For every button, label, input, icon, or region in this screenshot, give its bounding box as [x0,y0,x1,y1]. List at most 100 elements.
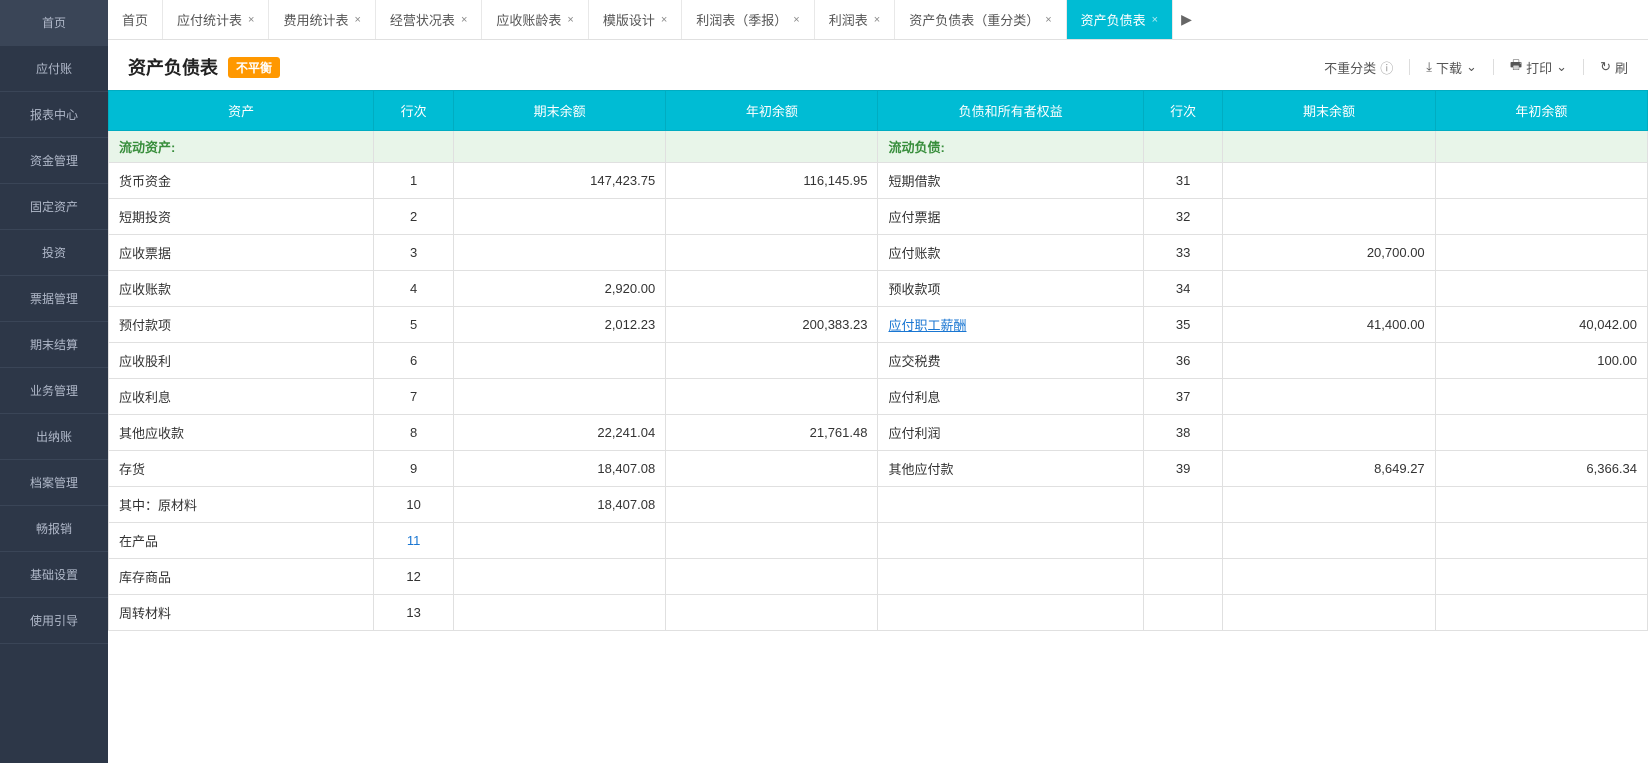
asset-begin-8[interactable]: 21,761.48 [666,415,878,451]
liability-end-2[interactable] [1223,199,1435,235]
asset-name-13[interactable]: 周转材料 [109,595,374,631]
liability-end-5[interactable]: 41,400.00 [1223,307,1435,343]
asset-end-1[interactable]: 147,423.75 [453,163,665,199]
sidebar-item-fund-management[interactable]: 资金管理 [0,138,108,184]
asset-name-12[interactable]: 库存商品 [109,559,374,595]
liability-begin-3[interactable] [1435,235,1647,271]
liability-name-5[interactable]: 应付职工薪酬 [878,307,1143,343]
sidebar-item-archive[interactable]: 档案管理 [0,460,108,506]
liability-begin-9[interactable]: 6,366.34 [1435,451,1647,487]
asset-name-5[interactable]: 预付款项 [109,307,374,343]
liability-begin-1[interactable] [1435,163,1647,199]
sidebar-item-expense[interactable]: 畅报销 [0,506,108,552]
tab-receivable-aging[interactable]: 应收账龄表 × [482,0,588,39]
asset-begin-4[interactable] [666,271,878,307]
asset-begin-7[interactable] [666,379,878,415]
asset-end-7[interactable] [453,379,665,415]
tab-balance-reclassified-close[interactable]: × [1045,14,1051,26]
asset-begin-2[interactable] [666,199,878,235]
liability-name-3[interactable]: 应付账款 [878,235,1143,271]
asset-end-5[interactable]: 2,012.23 [453,307,665,343]
asset-end-6[interactable] [453,343,665,379]
sidebar-item-cashier[interactable]: 出纳账 [0,414,108,460]
asset-name-4[interactable]: 应收账款 [109,271,374,307]
liability-end-7[interactable] [1223,379,1435,415]
asset-name-1[interactable]: 货币资金 [109,163,374,199]
tab-home[interactable]: 首页 [108,0,163,39]
asset-name-2[interactable]: 短期投资 [109,199,374,235]
asset-end-10[interactable]: 18,407.08 [453,487,665,523]
tab-receivable-aging-close[interactable]: × [567,14,573,26]
asset-begin-10[interactable] [666,487,878,523]
print-button[interactable]: 🖶 打印 ⌄ [1510,56,1567,78]
liability-begin-8[interactable] [1435,415,1647,451]
liability-end-8[interactable] [1223,415,1435,451]
sidebar-item-basic-settings[interactable]: 基础设置 [0,552,108,598]
no-reclassify-button[interactable]: 不重分类 ⓘ [1324,58,1393,77]
asset-name-9[interactable]: 存货 [109,451,374,487]
asset-name-3[interactable]: 应收票据 [109,235,374,271]
asset-begin-11[interactable] [666,523,878,559]
liability-name-4[interactable]: 预收款项 [878,271,1143,307]
tab-profit-quarterly[interactable]: 利润表（季报） × [682,0,814,39]
asset-begin-3[interactable] [666,235,878,271]
tab-expense-stats-close[interactable]: × [354,14,360,26]
asset-end-8[interactable]: 22,241.04 [453,415,665,451]
download-button[interactable]: ⤓ 下载 ⌄ [1426,58,1477,77]
asset-name-8[interactable]: 其他应收款 [109,415,374,451]
sidebar-item-business[interactable]: 业务管理 [0,368,108,414]
asset-end-11[interactable] [453,523,665,559]
tab-scroll-right[interactable]: ▶ [1173,0,1200,39]
tab-operation-status[interactable]: 经营状况表 × [376,0,482,39]
asset-begin-1[interactable]: 116,145.95 [666,163,878,199]
sidebar-item-report-center[interactable]: 报表中心 [0,92,108,138]
asset-begin-9[interactable] [666,451,878,487]
sidebar-item-investment[interactable]: 投资 [0,230,108,276]
tab-balance-close[interactable]: × [1152,14,1158,26]
liability-end-1[interactable] [1223,163,1435,199]
tab-operation-status-close[interactable]: × [461,14,467,26]
asset-end-9[interactable]: 18,407.08 [453,451,665,487]
tab-profit-close[interactable]: × [874,14,880,26]
liability-end-3[interactable]: 20,700.00 [1223,235,1435,271]
liability-begin-5[interactable]: 40,042.00 [1435,307,1647,343]
liability-name-9[interactable]: 其他应付款 [878,451,1143,487]
liability-name-7[interactable]: 应付利息 [878,379,1143,415]
asset-name-10[interactable]: 其中：原材料 [109,487,374,523]
liability-end-9[interactable]: 8,649.27 [1223,451,1435,487]
tab-payable-stats-close[interactable]: × [248,14,254,26]
asset-name-11[interactable]: 在产品 [109,523,374,559]
asset-begin-13[interactable] [666,595,878,631]
asset-begin-5[interactable]: 200,383.23 [666,307,878,343]
asset-end-13[interactable] [453,595,665,631]
asset-end-4[interactable]: 2,920.00 [453,271,665,307]
tab-expense-stats[interactable]: 费用统计表 × [269,0,375,39]
asset-begin-6[interactable] [666,343,878,379]
sidebar-item-period-close[interactable]: 期末结算 [0,322,108,368]
asset-begin-12[interactable] [666,559,878,595]
liability-name-2[interactable]: 应付票据 [878,199,1143,235]
tab-profit[interactable]: 利润表 × [815,0,895,39]
tab-balance-reclassified[interactable]: 资产负债表（重分类） × [895,0,1066,39]
tab-template-design-close[interactable]: × [661,14,667,26]
liability-begin-2[interactable] [1435,199,1647,235]
sidebar-item-fixed-assets[interactable]: 固定资产 [0,184,108,230]
liability-end-6[interactable] [1223,343,1435,379]
asset-name-7[interactable]: 应收利息 [109,379,374,415]
liability-name-6[interactable]: 应交税费 [878,343,1143,379]
sidebar-item-payable[interactable]: 应付账 [0,46,108,92]
tab-payable-stats[interactable]: 应付统计表 × [163,0,269,39]
asset-end-12[interactable] [453,559,665,595]
refresh-button[interactable]: ↻ 刷 [1600,58,1628,77]
liability-begin-7[interactable] [1435,379,1647,415]
asset-end-3[interactable] [453,235,665,271]
sidebar-item-bill-management[interactable]: 票据管理 [0,276,108,322]
asset-name-6[interactable]: 应收股利 [109,343,374,379]
liability-begin-4[interactable] [1435,271,1647,307]
asset-end-2[interactable] [453,199,665,235]
tab-balance[interactable]: 资产负债表 × [1067,0,1173,39]
liability-name-8[interactable]: 应付利润 [878,415,1143,451]
sidebar-item-guide[interactable]: 使用引导 [0,598,108,644]
tab-profit-quarterly-close[interactable]: × [793,14,799,26]
liability-begin-6[interactable]: 100.00 [1435,343,1647,379]
